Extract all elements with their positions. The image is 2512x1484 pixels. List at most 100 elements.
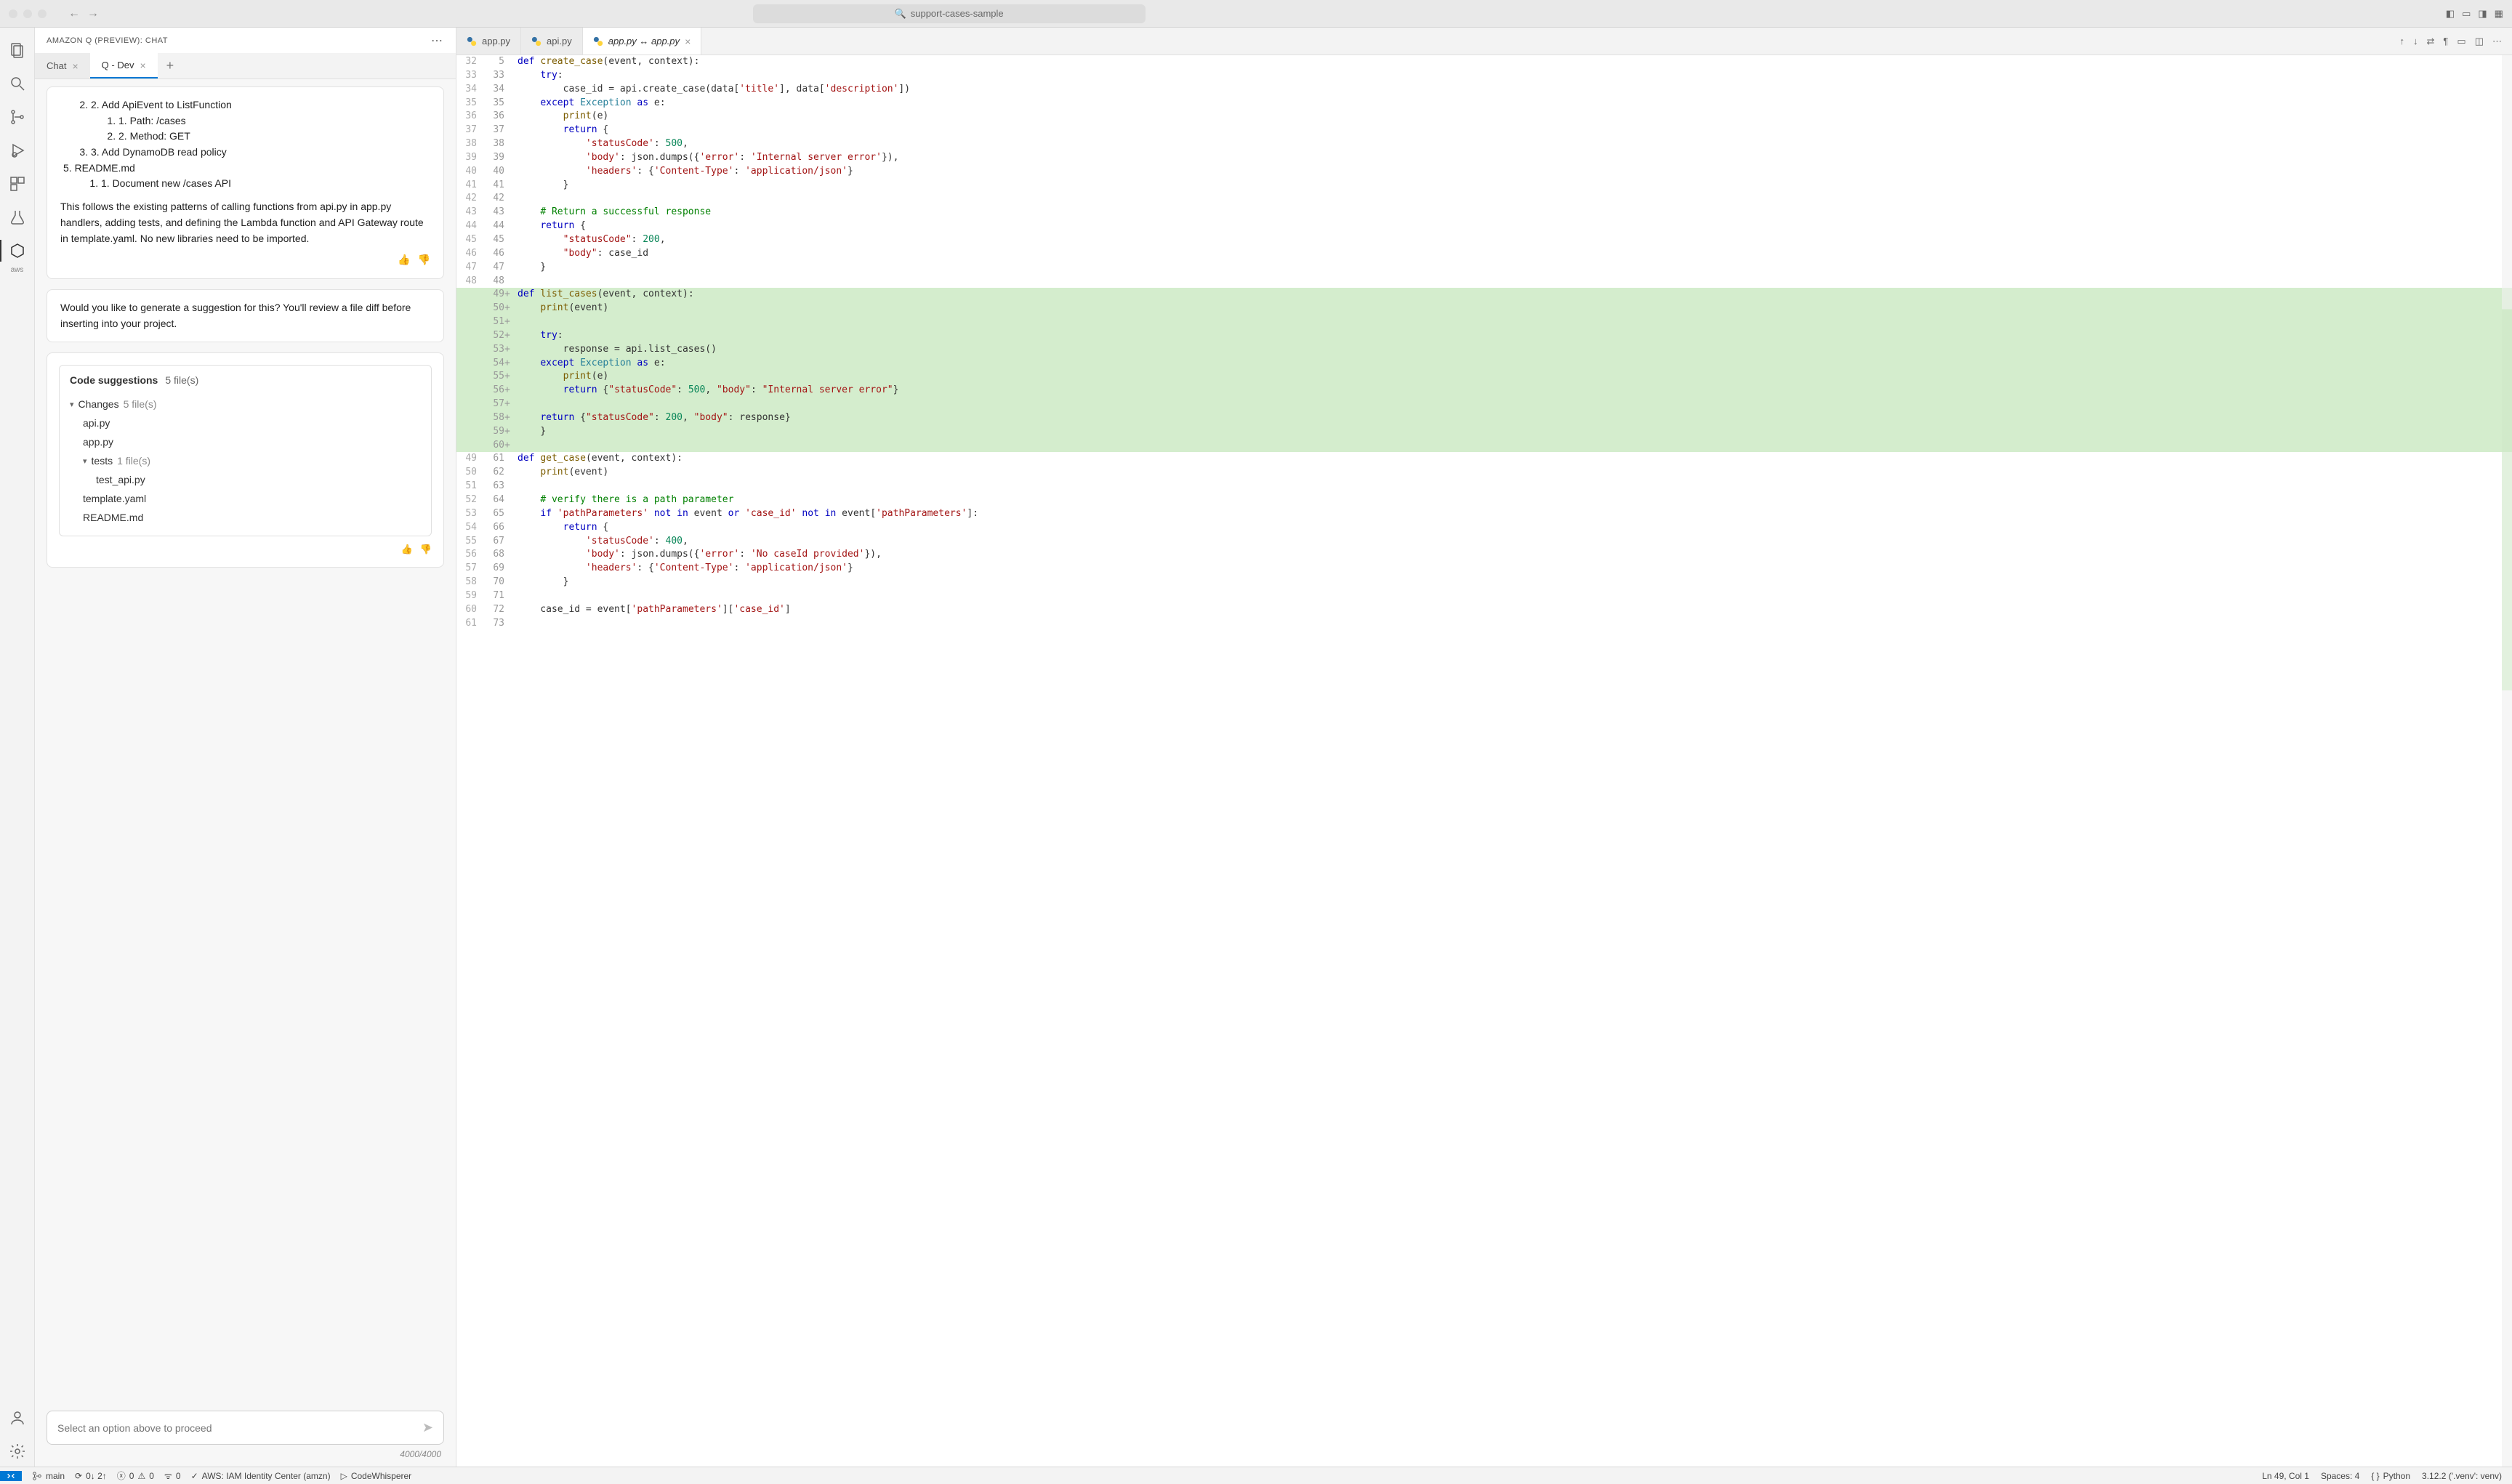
send-icon[interactable]: ➤ (422, 1420, 433, 1435)
whitespace-icon[interactable]: ¶ (2443, 36, 2448, 47)
code-line[interactable]: 4343 # Return a successful response (456, 206, 2512, 219)
problems[interactable]: ⓧ0 ⚠0 (117, 1469, 154, 1482)
code-content[interactable]: try: (512, 329, 2512, 343)
code-line[interactable]: 5163 (456, 480, 2512, 493)
code-line[interactable]: 3838 'statusCode': 500, (456, 137, 2512, 151)
code-content[interactable]: return {"statusCode": 500, "body": "Inte… (512, 384, 2512, 398)
code-line[interactable]: 55 print(e) (456, 370, 2512, 384)
code-content[interactable]: case_id = api.create_case(data['title'],… (512, 83, 2512, 97)
code-line[interactable]: 6173 (456, 617, 2512, 631)
command-center[interactable]: 🔍 support-cases-sample (753, 4, 1146, 23)
chat-text-input[interactable] (57, 1422, 422, 1434)
code-line[interactable]: 4961def get_case(event, context): (456, 452, 2512, 466)
indentation[interactable]: Spaces: 4 (2321, 1471, 2359, 1481)
code-line[interactable]: 5264 # verify there is a path parameter (456, 493, 2512, 507)
code-content[interactable] (512, 275, 2512, 289)
git-sync[interactable]: ⟳ 0↓ 2↑ (75, 1471, 107, 1481)
code-line[interactable]: 3535 except Exception as e: (456, 97, 2512, 110)
code-line[interactable]: 5567 'statusCode': 400, (456, 535, 2512, 549)
code-content[interactable]: 'body': json.dumps({'error': 'Internal s… (512, 151, 2512, 165)
code-line[interactable]: 3333 try: (456, 69, 2512, 83)
code-line[interactable]: 59 } (456, 425, 2512, 439)
extensions-icon[interactable] (0, 169, 35, 199)
amazon-q-icon[interactable] (0, 235, 35, 266)
code-content[interactable]: response = api.list_cases() (512, 343, 2512, 357)
code-line[interactable]: 5062 print(event) (456, 466, 2512, 480)
close-icon[interactable]: × (685, 36, 691, 47)
code-line[interactable]: 4646 "body": case_id (456, 247, 2512, 261)
thumbs-down-icon[interactable]: 👎 (420, 544, 432, 555)
nav-forward-icon[interactable]: → (87, 7, 99, 20)
close-window[interactable] (9, 9, 17, 18)
code-content[interactable]: if 'pathParameters' not in event or 'cas… (512, 507, 2512, 521)
panel-bottom-icon[interactable]: ▭ (2462, 8, 2471, 20)
code-content[interactable]: return {"statusCode": 200, "body": respo… (512, 411, 2512, 425)
code-content[interactable]: # Return a successful response (512, 206, 2512, 219)
panel-more-icon[interactable]: ⋯ (431, 33, 444, 48)
code-content[interactable]: print(event) (512, 466, 2512, 480)
search-activity-icon[interactable] (0, 68, 35, 99)
code-content[interactable]: except Exception as e: (512, 357, 2512, 371)
code-line[interactable]: 4848 (456, 275, 2512, 289)
source-control-icon[interactable] (0, 102, 35, 132)
run-debug-icon[interactable] (0, 135, 35, 166)
code-line[interactable]: 5466 return { (456, 521, 2512, 535)
code-line[interactable]: 5668 'body': json.dumps({'error': 'No ca… (456, 548, 2512, 562)
testing-icon[interactable] (0, 202, 35, 233)
prev-change-icon[interactable]: ↑ (2400, 36, 2405, 47)
cursor-position[interactable]: Ln 49, Col 1 (2262, 1471, 2309, 1481)
code-content[interactable] (512, 192, 2512, 206)
code-line[interactable]: 57 (456, 398, 2512, 411)
map-icon[interactable]: ▭ (2457, 36, 2465, 47)
explorer-icon[interactable] (0, 35, 35, 65)
code-content[interactable]: def get_case(event, context): (512, 452, 2512, 466)
code-content[interactable]: def list_cases(event, context): (512, 288, 2512, 302)
code-content[interactable]: } (512, 425, 2512, 439)
code-line[interactable]: 56 return {"statusCode": 500, "body": "I… (456, 384, 2512, 398)
code-content[interactable]: print(e) (512, 370, 2512, 384)
code-content[interactable]: 'statusCode': 400, (512, 535, 2512, 549)
split-icon[interactable]: ◫ (2475, 36, 2484, 47)
code-line[interactable]: 54 except Exception as e: (456, 357, 2512, 371)
code-content[interactable]: print(event) (512, 302, 2512, 315)
code-line[interactable]: 4242 (456, 192, 2512, 206)
code-editor[interactable]: 325def create_case(event, context):3333 … (456, 55, 2512, 1467)
code-line[interactable]: 3737 return { (456, 124, 2512, 137)
code-line[interactable]: 50 print(event) (456, 302, 2512, 315)
code-content[interactable]: case_id = event['pathParameters']['case_… (512, 603, 2512, 617)
accounts-icon[interactable] (0, 1403, 35, 1433)
minimap[interactable] (2502, 55, 2512, 1467)
swap-icon[interactable]: ⇄ (2427, 36, 2435, 47)
code-content[interactable]: "body": case_id (512, 247, 2512, 261)
chat-input[interactable]: ➤ (47, 1411, 444, 1445)
more-icon[interactable]: ⋯ (2492, 36, 2502, 47)
editor-tab-api[interactable]: api.py (521, 28, 583, 55)
panel-right-icon[interactable]: ◨ (2478, 8, 2487, 20)
code-content[interactable] (512, 315, 2512, 329)
file-item[interactable]: app.py (70, 432, 421, 451)
code-content[interactable]: 'headers': {'Content-Type': 'application… (512, 165, 2512, 179)
language-mode[interactable]: { } Python (2371, 1471, 2410, 1481)
ports[interactable]: ᯤ 0 (164, 1469, 181, 1482)
changes-node[interactable]: ▾ Changes 5 file(s) (70, 395, 421, 414)
next-change-icon[interactable]: ↓ (2413, 36, 2418, 47)
code-content[interactable]: 'headers': {'Content-Type': 'application… (512, 562, 2512, 576)
code-line[interactable]: 58 return {"statusCode": 200, "body": re… (456, 411, 2512, 425)
code-content[interactable]: # verify there is a path parameter (512, 493, 2512, 507)
code-content[interactable]: print(e) (512, 110, 2512, 124)
thumbs-up-icon[interactable]: 👍 (398, 252, 410, 268)
chat-scroll[interactable]: 2. Add ApiEvent to ListFunction 1. Path:… (35, 79, 456, 1403)
thumbs-up-icon[interactable]: 👍 (401, 544, 413, 555)
code-line[interactable]: 53 response = api.list_cases() (456, 343, 2512, 357)
code-line[interactable]: 5365 if 'pathParameters' not in event or… (456, 507, 2512, 521)
file-item[interactable]: test_api.py (70, 470, 421, 489)
code-line[interactable]: 3636 print(e) (456, 110, 2512, 124)
code-content[interactable]: try: (512, 69, 2512, 83)
close-icon[interactable]: × (72, 60, 78, 72)
editor-tab-diff[interactable]: app.py ↔ app.py × (583, 28, 701, 55)
tab-q-dev[interactable]: Q - Dev × (90, 53, 158, 78)
code-line[interactable]: 5870 } (456, 576, 2512, 589)
code-line[interactable]: 3434 case_id = api.create_case(data['tit… (456, 83, 2512, 97)
code-content[interactable]: def create_case(event, context): (512, 55, 2512, 69)
file-item[interactable]: api.py (70, 414, 421, 432)
